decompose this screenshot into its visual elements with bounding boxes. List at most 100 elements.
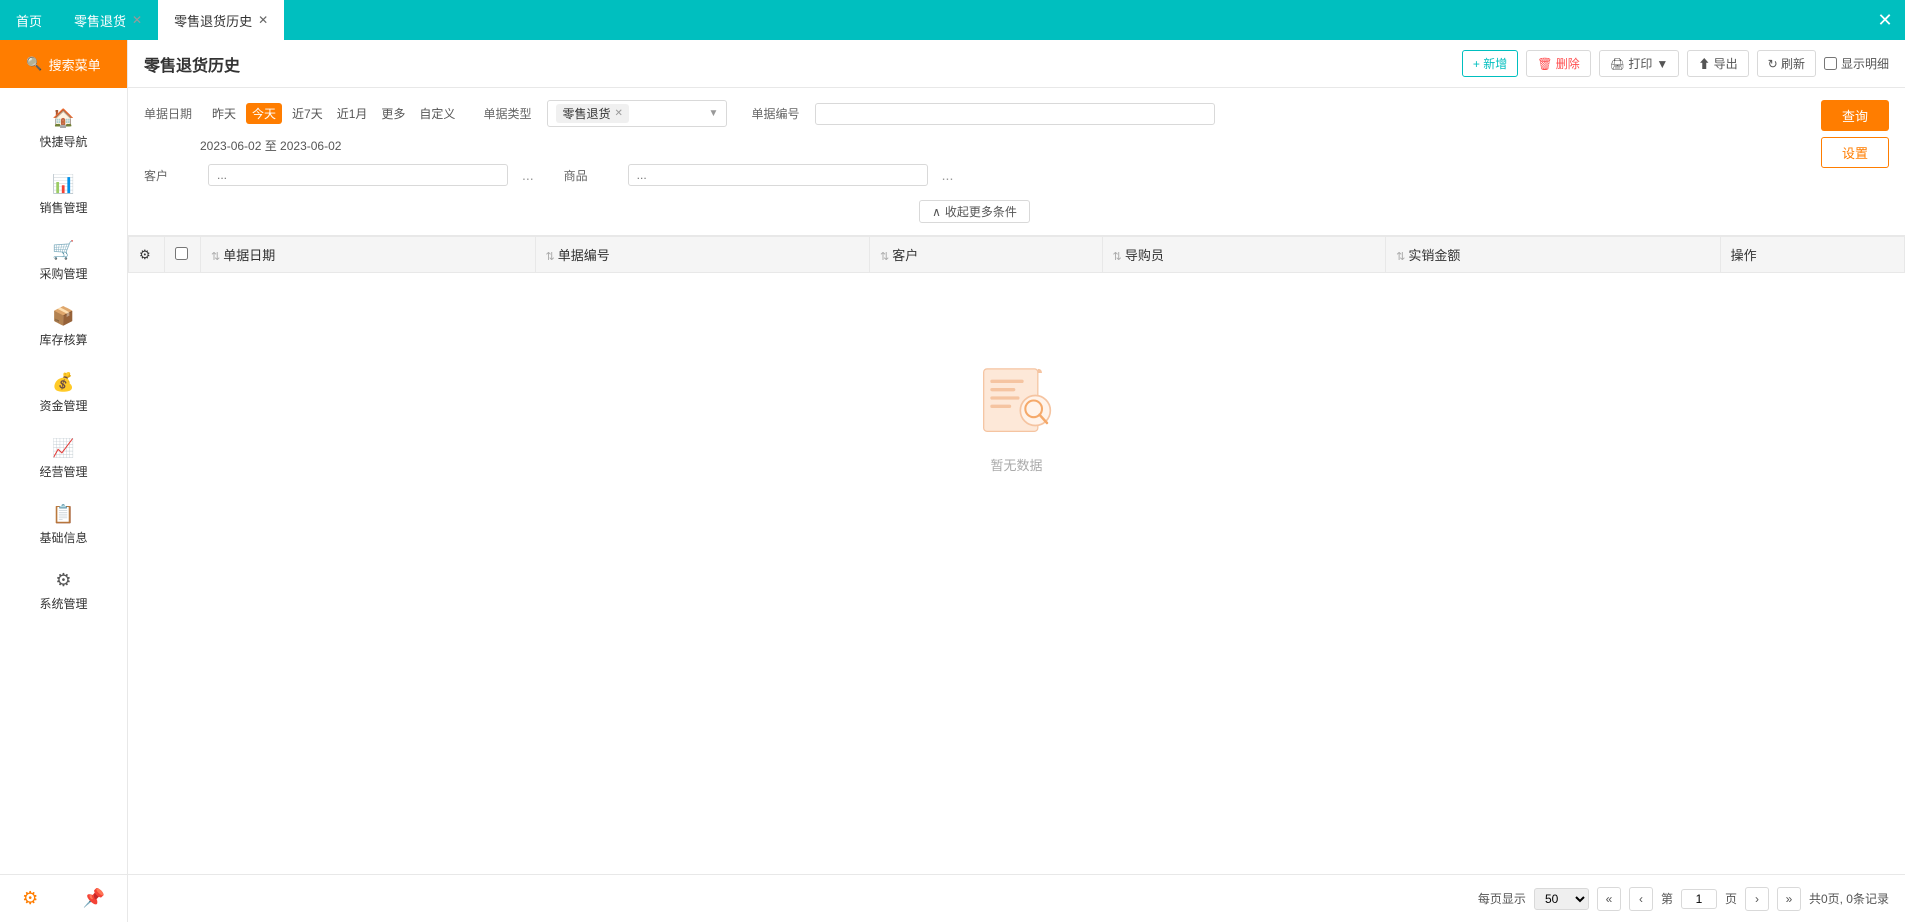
date-today[interactable]: 今天 xyxy=(246,103,282,124)
sidebar-item-purchase[interactable]: 🛒 采购管理 xyxy=(0,228,127,294)
goods-browse-icon[interactable]: ... xyxy=(936,167,960,183)
settings-button[interactable]: 设置 xyxy=(1821,137,1889,168)
page-last-icon: » xyxy=(1786,892,1793,906)
export-button[interactable]: ⬆ 导出 xyxy=(1687,50,1748,77)
system-icon: ⚙ xyxy=(55,570,71,591)
main-content: 零售退货历史 + 新增 🗑 删除 🖨 打印 ▼ ⬆ 导出 ↻ 刷新 xyxy=(128,40,1905,922)
page-unit: 页 xyxy=(1725,890,1737,907)
th-doc-number[interactable]: 单据编号 xyxy=(535,237,870,273)
th-amount[interactable]: 实销金额 xyxy=(1386,237,1721,273)
filter-fields: 单据日期 昨天 今天 近7天 近1月 更多 自定义 xyxy=(144,100,1805,223)
tab-retail-return-close[interactable]: ✕ xyxy=(132,13,142,27)
th-operation: 操作 xyxy=(1720,237,1904,273)
page-next-button[interactable]: › xyxy=(1745,887,1769,911)
sidebar-item-basic-info[interactable]: 📋 基础信息 xyxy=(0,492,127,558)
sidebar-item-quick-nav[interactable]: 🏠 快捷导航 xyxy=(0,96,127,162)
select-all-checkbox[interactable] xyxy=(175,247,188,260)
page-first-button[interactable]: « xyxy=(1597,887,1621,911)
th-customer[interactable]: 客户 xyxy=(870,237,1103,273)
per-page-label: 每页显示 xyxy=(1478,890,1526,907)
date-1month[interactable]: 近1月 xyxy=(333,103,372,124)
inventory-icon: 📦 xyxy=(52,306,74,327)
quick-nav-icon: 🏠 xyxy=(52,108,74,129)
filter-row-1: 单据日期 昨天 今天 近7天 近1月 更多 自定义 xyxy=(144,100,1805,127)
filter-row-2: 客户 ... 商品 ... xyxy=(144,164,1805,186)
delete-button-label: 🗑 删除 xyxy=(1537,55,1580,72)
th-gear[interactable]: ⚙ xyxy=(129,237,165,273)
sidebar-item-finance[interactable]: 💰 资金管理 xyxy=(0,360,127,426)
total-info: 共0页, 0条记录 xyxy=(1809,890,1889,907)
refresh-button[interactable]: ↻ 刷新 xyxy=(1757,50,1816,77)
sales-icon: 📊 xyxy=(52,174,74,195)
finance-icon: 💰 xyxy=(52,372,74,393)
customer-filter-label: 客户 xyxy=(144,167,200,184)
sidebar-pin-icon[interactable]: 📌 xyxy=(82,888,104,909)
show-detail-input[interactable] xyxy=(1824,57,1837,70)
tab-retail-return-history-label: 零售退货历史 xyxy=(174,11,252,30)
docnumber-filter-label: 单据编号 xyxy=(751,105,807,122)
page-number-input[interactable] xyxy=(1681,889,1717,909)
query-button[interactable]: 查询 xyxy=(1821,100,1889,131)
th-guide[interactable]: 导购员 xyxy=(1102,237,1386,273)
goods-filter-group: 商品 ... xyxy=(564,164,960,186)
date-custom[interactable]: 自定义 xyxy=(415,103,459,124)
tab-home-label: 首页 xyxy=(16,11,42,30)
customer-browse-icon[interactable]: ... xyxy=(516,167,540,183)
collapse-button[interactable]: ∧ 收起更多条件 xyxy=(919,200,1030,223)
collapse-icon: ∧ xyxy=(932,205,941,219)
sidebar-search[interactable]: 🔍 搜索菜单 xyxy=(0,40,127,88)
sidebar-item-quick-nav-label: 快捷导航 xyxy=(39,133,87,150)
print-dropdown-icon: ▼ xyxy=(1656,57,1668,71)
doctype-dropdown-icon: ▼ xyxy=(709,108,719,119)
customer-input[interactable] xyxy=(208,164,508,186)
empty-state-row: 暂无数据 xyxy=(129,273,1905,555)
date-yesterday[interactable]: 昨天 xyxy=(208,103,240,124)
sidebar-item-inventory[interactable]: 📦 库存核算 xyxy=(0,294,127,360)
sidebar-item-sales[interactable]: 📊 销售管理 xyxy=(0,162,127,228)
date-7days[interactable]: 近7天 xyxy=(288,103,327,124)
table-body: 暂无数据 xyxy=(129,273,1905,555)
date-more[interactable]: 更多 xyxy=(377,103,409,124)
sidebar-item-inventory-label: 库存核算 xyxy=(39,331,87,348)
doctype-filter-group: 单据类型 零售退货 ✕ ▼ xyxy=(483,100,727,127)
sidebar-bottom: ⚙ 📌 xyxy=(0,874,127,922)
doctype-tag: 零售退货 ✕ xyxy=(556,104,628,123)
sidebar-item-finance-label: 资金管理 xyxy=(39,397,87,414)
query-button-label: 查询 xyxy=(1842,109,1868,124)
empty-state-cell: 暂无数据 xyxy=(129,273,1905,555)
window-close-button[interactable]: ✕ xyxy=(1865,0,1905,40)
doctype-filter-label: 单据类型 xyxy=(483,105,539,122)
sidebar-menu: 🏠 快捷导航 📊 销售管理 🛒 采购管理 📦 库存核算 💰 资金管理 📈 xyxy=(0,88,127,874)
collapse-label: 收起更多条件 xyxy=(945,203,1017,220)
tab-home[interactable]: 首页 xyxy=(0,0,58,40)
doctype-select[interactable]: 零售退货 ✕ ▼ xyxy=(547,100,727,127)
docnumber-filter-group: 单据编号 xyxy=(751,103,1215,125)
empty-state-icon xyxy=(967,353,1067,443)
page-prev-button[interactable]: ‹ xyxy=(1629,887,1653,911)
settings-button-label: 设置 xyxy=(1842,146,1868,161)
goods-input[interactable] xyxy=(628,164,928,186)
filter-area: 单据日期 昨天 今天 近7天 近1月 更多 自定义 xyxy=(128,88,1905,236)
page-label: 第 xyxy=(1661,890,1673,907)
tab-retail-return-history-close[interactable]: ✕ xyxy=(258,13,268,27)
data-table: ⚙ 单据日期 单据编号 客户 导购员 实销金额 操作 xyxy=(128,236,1905,554)
docnumber-input[interactable] xyxy=(815,103,1215,125)
per-page-select[interactable]: 20 50 100 xyxy=(1534,888,1589,910)
delete-button[interactable]: 🗑 删除 xyxy=(1526,50,1591,77)
sidebar-item-operations[interactable]: 📈 经营管理 xyxy=(0,426,127,492)
sidebar-settings-icon[interactable]: ⚙ xyxy=(22,888,38,909)
show-detail-checkbox[interactable]: 显示明细 xyxy=(1824,55,1889,72)
tab-retail-return[interactable]: 零售退货 ✕ xyxy=(58,0,158,40)
sidebar-item-system[interactable]: ⚙ 系统管理 xyxy=(0,558,127,624)
page-last-button[interactable]: » xyxy=(1777,887,1801,911)
operations-icon: 📈 xyxy=(52,438,74,459)
doctype-tag-close[interactable]: ✕ xyxy=(614,108,622,119)
new-button[interactable]: + 新增 xyxy=(1462,50,1518,77)
tab-retail-return-history[interactable]: 零售退货历史 ✕ xyxy=(158,0,284,40)
new-button-label: + 新增 xyxy=(1473,55,1507,72)
th-doc-date[interactable]: 单据日期 xyxy=(201,237,536,273)
show-detail-label: 显示明细 xyxy=(1841,55,1889,72)
th-checkbox[interactable] xyxy=(165,237,201,273)
print-button[interactable]: 🖨 打印 ▼ xyxy=(1599,50,1679,77)
date-range-text: 2023-06-02 至 2023-06-02 xyxy=(200,139,341,153)
